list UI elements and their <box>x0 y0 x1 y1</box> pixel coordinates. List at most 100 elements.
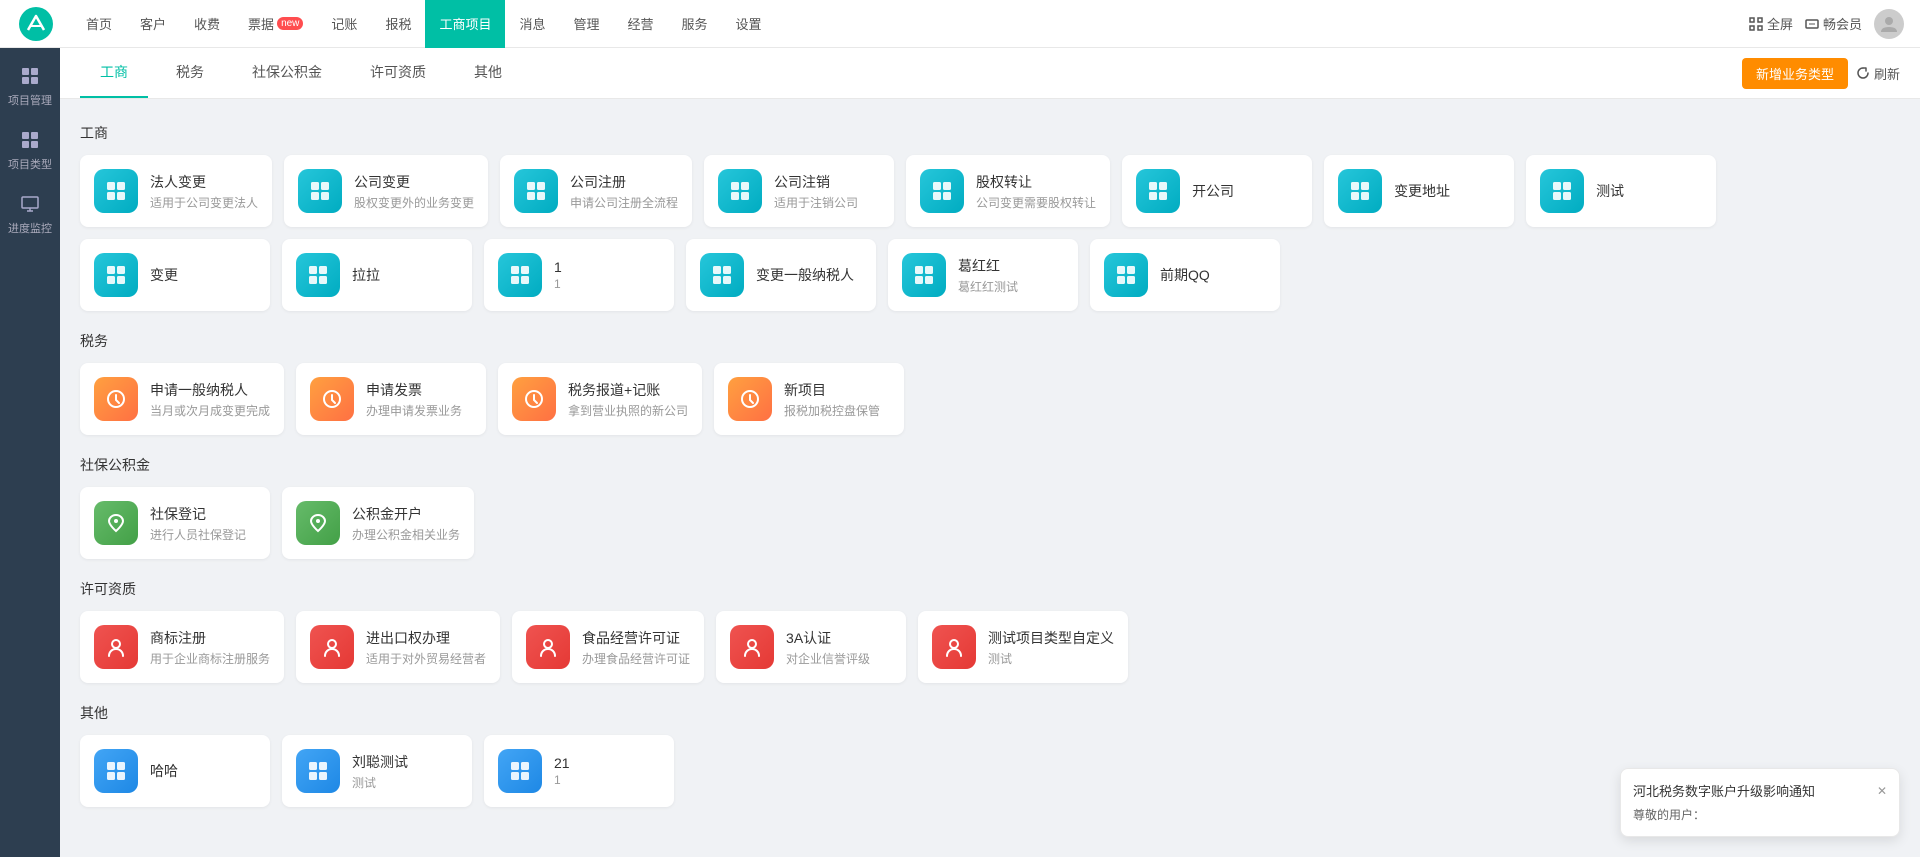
card-icon <box>700 253 744 297</box>
avatar[interactable] <box>1874 9 1904 39</box>
card-title: 公积金开户 <box>352 504 460 524</box>
card-gongshang-6[interactable]: 变更地址 <box>1324 155 1514 227</box>
tab-other[interactable]: 其他 <box>454 48 522 98</box>
card-shuiwu-1[interactable]: 申请发票 办理申请发票业务 <box>296 363 486 435</box>
card-desc: 公司变更需要股权转让 <box>976 194 1096 211</box>
card-xuke-4[interactable]: 测试项目类型自定义 测试 <box>918 611 1128 683</box>
card-icon <box>1540 169 1584 213</box>
top-navigation: 首页 客户 收费 票据 new 记账 报税 工商项目 消息 管理 经营 服务 设… <box>0 0 1920 48</box>
nav-business[interactable]: 工商项目 <box>425 0 505 48</box>
card-gongshang-0[interactable]: 法人变更 适用于公司变更法人 <box>80 155 272 227</box>
card-gongshang-10[interactable]: 1 1 <box>484 239 674 311</box>
card-shuiwu-2[interactable]: 税务报道+记账 拿到营业执照的新公司 <box>498 363 702 435</box>
card-xuke-2[interactable]: 食品经营许可证 办理食品经营许可证 <box>512 611 704 683</box>
card-text: 申请发票 办理申请发票业务 <box>366 380 472 419</box>
sidebar: 项目管理 项目类型 进度监控 <box>0 48 60 857</box>
card-gongshang-3[interactable]: 公司注销 适用于注销公司 <box>704 155 894 227</box>
card-title: 测试 <box>1596 181 1702 201</box>
card-gongshang-12[interactable]: 葛红红 葛红红测试 <box>888 239 1078 311</box>
sidebar-item-project-management[interactable]: 项目管理 <box>2 56 58 116</box>
nav-tickets[interactable]: 票据 new <box>234 0 317 48</box>
card-gongshang-4[interactable]: 股权转让 公司变更需要股权转让 <box>906 155 1110 227</box>
nav-customer[interactable]: 客户 <box>126 0 180 48</box>
card-title: 进出口权办理 <box>366 628 486 648</box>
tab-shebao[interactable]: 社保公积金 <box>232 48 342 98</box>
section-title-gongshang: 工商 <box>80 123 1900 143</box>
card-shebao-0[interactable]: 社保登记 进行人员社保登记 <box>80 487 270 559</box>
nav-operation[interactable]: 经营 <box>614 0 668 48</box>
new-type-button[interactable]: 新增业务类型 <box>1742 58 1848 89</box>
card-gongshang-2[interactable]: 公司注册 申请公司注册全流程 <box>500 155 692 227</box>
tab-shuiwu[interactable]: 税务 <box>156 48 224 98</box>
card-icon <box>94 749 138 793</box>
refresh-button[interactable]: 刷新 <box>1856 64 1900 83</box>
nav-tax[interactable]: 报税 <box>371 0 425 48</box>
card-text: 1 1 <box>554 259 660 291</box>
xuke-cards: 商标注册 用于企业商标注册服务 进出口权办理 适用于对外贸易经营者 食品经营许可… <box>80 611 1900 683</box>
card-desc: 办理公积金相关业务 <box>352 526 460 543</box>
nav-billing[interactable]: 收费 <box>180 0 234 48</box>
card-text: 公司注册 申请公司注册全流程 <box>570 172 678 211</box>
nav-settings[interactable]: 设置 <box>722 0 776 48</box>
card-title: 拉拉 <box>352 265 458 285</box>
member-button[interactable]: 畅会员 <box>1805 14 1862 33</box>
nav-home[interactable]: 首页 <box>72 0 126 48</box>
card-icon <box>902 253 946 297</box>
card-xuke-1[interactable]: 进出口权办理 适用于对外贸易经营者 <box>296 611 500 683</box>
card-icon <box>512 377 556 421</box>
nav-right: 全屏 畅会员 <box>1749 9 1904 39</box>
shuiwu-cards: 申请一般纳税人 当月或次月成变更完成 申请发票 办理申请发票业务 税务报道+记账… <box>80 363 1900 435</box>
content-body: 工商 法人变更 适用于公司变更法人 公司变更 股权变更外的业务变更 公司注册 <box>60 99 1920 843</box>
card-other-2[interactable]: 21 1 <box>484 735 674 807</box>
card-gongshang-8[interactable]: 变更 <box>80 239 270 311</box>
card-gongshang-5[interactable]: 开公司 <box>1122 155 1312 227</box>
card-text: 社保登记 进行人员社保登记 <box>150 504 256 543</box>
card-icon <box>498 749 542 793</box>
card-gongshang-11[interactable]: 变更一般纳税人 <box>686 239 876 311</box>
card-text: 前期QQ <box>1160 265 1266 285</box>
card-shuiwu-3[interactable]: 新项目 报税加税控盘保管 <box>714 363 904 435</box>
card-gongshang-1[interactable]: 公司变更 股权变更外的业务变更 <box>284 155 488 227</box>
nav-messages[interactable]: 消息 <box>505 0 559 48</box>
card-gongshang-13[interactable]: 前期QQ <box>1090 239 1280 311</box>
card-xuke-3[interactable]: 3A认证 对企业信誉评级 <box>716 611 906 683</box>
card-xuke-0[interactable]: 商标注册 用于企业商标注册服务 <box>80 611 284 683</box>
nav-items: 首页 客户 收费 票据 new 记账 报税 工商项目 消息 管理 经营 服务 设… <box>72 0 1749 48</box>
card-desc: 测试 <box>352 774 458 791</box>
card-gongshang-9[interactable]: 拉拉 <box>282 239 472 311</box>
notification-header: 河北税务数字账户升级影响通知 ✕ <box>1633 781 1887 800</box>
card-icon <box>718 169 762 213</box>
card-other-1[interactable]: 刘聪测试 测试 <box>282 735 472 807</box>
card-text: 3A认证 对企业信誉评级 <box>786 628 892 667</box>
card-title: 变更一般纳税人 <box>756 265 862 285</box>
fullscreen-button[interactable]: 全屏 <box>1749 14 1793 33</box>
card-title: 21 <box>554 755 660 771</box>
nav-manage[interactable]: 管理 <box>559 0 613 48</box>
card-icon <box>298 169 342 213</box>
card-desc: 适用于对外贸易经营者 <box>366 650 486 667</box>
card-shebao-1[interactable]: 公积金开户 办理公积金相关业务 <box>282 487 474 559</box>
card-icon <box>932 625 976 669</box>
card-title: 3A认证 <box>786 628 892 648</box>
card-text: 刘聪测试 测试 <box>352 752 458 791</box>
nav-bookkeeping[interactable]: 记账 <box>317 0 371 48</box>
card-text: 公积金开户 办理公积金相关业务 <box>352 504 460 543</box>
main-layout: 项目管理 项目类型 进度监控 <box>0 48 1920 857</box>
tab-xuke[interactable]: 许可资质 <box>350 48 446 98</box>
card-other-0[interactable]: 哈哈 <box>80 735 270 807</box>
card-desc: 葛红红测试 <box>958 278 1064 295</box>
notification-close-button[interactable]: ✕ <box>1877 784 1887 798</box>
card-text: 21 1 <box>554 755 660 787</box>
card-icon <box>1136 169 1180 213</box>
gongshang-cards: 法人变更 适用于公司变更法人 公司变更 股权变更外的业务变更 公司注册 申请公司… <box>80 155 1900 311</box>
card-text: 申请一般纳税人 当月或次月成变更完成 <box>150 380 270 419</box>
tab-gongshang[interactable]: 工商 <box>80 48 148 98</box>
card-gongshang-7[interactable]: 测试 <box>1526 155 1716 227</box>
sidebar-item-project-types[interactable]: 项目类型 <box>2 120 58 180</box>
sidebar-item-progress-monitor[interactable]: 进度监控 <box>2 184 58 244</box>
tag-icon <box>18 128 42 152</box>
logo[interactable] <box>16 4 56 44</box>
card-shuiwu-0[interactable]: 申请一般纳税人 当月或次月成变更完成 <box>80 363 284 435</box>
nav-service[interactable]: 服务 <box>668 0 722 48</box>
card-text: 变更 <box>150 265 256 285</box>
